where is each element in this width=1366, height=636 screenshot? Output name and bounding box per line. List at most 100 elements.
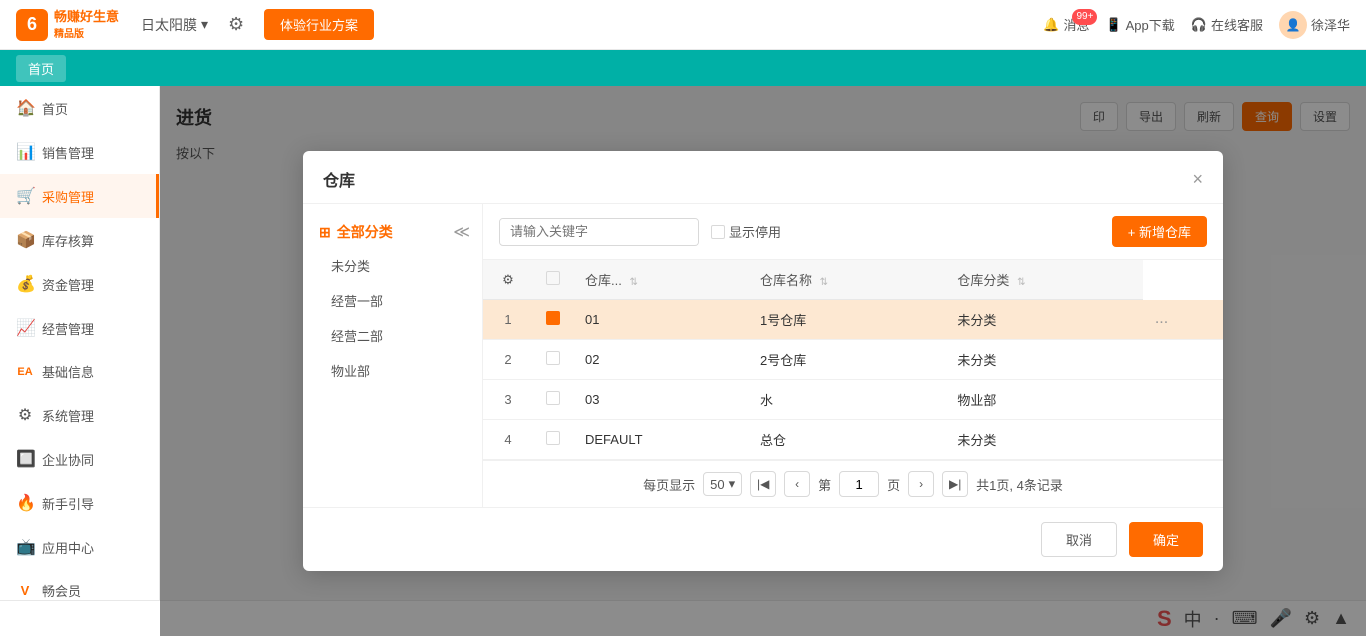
show-disabled-label[interactable]: 显示停用 <box>711 222 781 241</box>
search-input[interactable] <box>500 219 696 244</box>
sidebar-item-inventory[interactable]: 📦 库存核算 <box>0 218 159 262</box>
category-item-ops1[interactable]: 经营一部 <box>303 283 482 318</box>
next-page-button[interactable]: › <box>908 471 934 497</box>
show-disabled-checkbox[interactable] <box>711 225 725 239</box>
modal-footer: 取消 确定 <box>303 507 1223 571</box>
row-code: DEFAULT <box>573 420 748 460</box>
total-info: 共1页, 4条记录 <box>976 475 1063 494</box>
table-row[interactable]: 4 DEFAULT 总仓 未分类 <box>483 420 1223 460</box>
sidebar-item-app-center[interactable]: 📺 应用中心 <box>0 525 159 569</box>
category-all-header[interactable]: ⊞ 全部分类 ≪ <box>303 216 482 248</box>
category-item-ops2[interactable]: 经营二部 <box>303 318 482 353</box>
col-name-label: 仓库名称 <box>760 273 812 288</box>
sidebar-label-basic-info: 基础信息 <box>42 362 94 381</box>
sidebar-item-basic-info[interactable]: EA 基础信息 <box>0 350 159 393</box>
page-label-pre: 第 <box>818 475 831 494</box>
row-name: 总仓 <box>748 420 945 460</box>
sidebar-label-system: 系统管理 <box>42 406 94 425</box>
page-number-input[interactable] <box>839 471 879 497</box>
sidebar-item-finance[interactable]: 💰 资金管理 <box>0 262 159 306</box>
subnav: 首页 <box>0 50 1366 86</box>
table-row[interactable]: 1 01 1号仓库 未分类 ... <box>483 300 1223 340</box>
row-code: 03 <box>573 380 748 420</box>
show-disabled-text: 显示停用 <box>729 222 781 241</box>
col-settings: ⚙ <box>483 260 533 300</box>
settings-icon[interactable]: ⚙ <box>220 9 252 41</box>
app-center-icon: 📺 <box>16 537 34 557</box>
sidebar: 🏠 首页 📊 销售管理 🛒 采购管理 📦 库存核算 💰 资金管理 📈 经营管理 … <box>0 86 160 636</box>
inventory-icon: 📦 <box>16 230 34 250</box>
modal-header: 仓库 × <box>303 151 1223 204</box>
sidebar-item-home[interactable]: 🏠 首页 <box>0 86 159 130</box>
topbar-right: 🔔 消息 99+ 📱 App下载 🎧 在线客服 👤 徐泽华 <box>1043 11 1350 39</box>
prev-page-button[interactable]: ‹ <box>784 471 810 497</box>
brand-name: 畅赚好生意 <box>54 9 119 25</box>
table-body: 1 01 1号仓库 未分类 ... 2 02 2号仓库 未分类 3 03 水 物… <box>483 300 1223 460</box>
row-checkbox[interactable] <box>533 300 573 340</box>
row-checkbox[interactable] <box>533 340 573 380</box>
row-checkbox[interactable] <box>533 420 573 460</box>
finance-icon: 💰 <box>16 274 34 294</box>
messages-button[interactable]: 🔔 消息 99+ <box>1043 15 1089 34</box>
member-icon: V <box>16 583 34 598</box>
sort-category-icon: ⇅ <box>1017 277 1025 288</box>
row-num: 2 <box>483 340 533 380</box>
row-name: 1号仓库 <box>748 300 945 340</box>
user-name: 徐泽华 <box>1311 15 1350 34</box>
modal-body: ⊞ 全部分类 ≪ 未分类 经营一部 经营二部 物业部 <box>303 204 1223 507</box>
headset-icon: 🎧 <box>1191 17 1207 33</box>
user-profile[interactable]: 👤 徐泽华 <box>1279 11 1350 39</box>
logo-icon: 6 <box>16 9 48 41</box>
sidebar-item-guide[interactable]: 🔥 新手引导 <box>0 481 159 525</box>
last-page-button[interactable]: ▶| <box>942 471 968 497</box>
subnav-item-home[interactable]: 首页 <box>16 55 66 82</box>
row-category: 未分类 <box>945 420 1142 460</box>
first-page-button[interactable]: |◀ <box>750 471 776 497</box>
store-selector[interactable]: 日太阳膜 ▾ <box>141 15 208 35</box>
row-num: 4 <box>483 420 533 460</box>
category-item-property[interactable]: 物业部 <box>303 353 482 388</box>
row-category: 未分类 <box>945 300 1142 340</box>
add-warehouse-button[interactable]: + 新增仓库 <box>1112 216 1207 247</box>
sidebar-item-sales[interactable]: 📊 销售管理 <box>0 130 159 174</box>
topbar: 6 畅赚好生意 精品版 日太阳膜 ▾ ⚙ 体验行业方案 🔔 消息 99+ 📱 A… <box>0 0 1366 50</box>
sidebar-item-system[interactable]: ⚙ 系统管理 <box>0 393 159 437</box>
page-label-post: 页 <box>887 475 900 494</box>
col-checkbox <box>533 260 573 300</box>
modal-title: 仓库 <box>323 167 355 191</box>
table-area: 🔍 显示停用 + 新增仓库 <box>483 204 1223 507</box>
per-page-select[interactable]: 50 ▾ <box>703 472 742 496</box>
trial-button[interactable]: 体验行业方案 <box>264 9 374 40</box>
table-row[interactable]: 3 03 水 物业部 <box>483 380 1223 420</box>
modal-close-button[interactable]: × <box>1192 170 1203 188</box>
per-page-chevron: ▾ <box>729 476 736 492</box>
category-all: ⊞ 全部分类 <box>319 222 393 242</box>
sidebar-label-app-center: 应用中心 <box>42 538 94 557</box>
sidebar-item-operations[interactable]: 📈 经营管理 <box>0 306 159 350</box>
chevron-down-icon: ▾ <box>201 16 208 33</box>
sidebar-item-enterprise[interactable]: 🔲 企业协同 <box>0 437 159 481</box>
sidebar-label-operations: 经营管理 <box>42 319 94 338</box>
collapse-icon[interactable]: ≪ <box>453 222 470 242</box>
cancel-button[interactable]: 取消 <box>1041 522 1117 557</box>
sidebar-label-guide: 新手引导 <box>42 494 94 513</box>
header-checkbox[interactable] <box>546 271 560 285</box>
table-toolbar: 🔍 显示停用 + 新增仓库 <box>483 204 1223 260</box>
search-button[interactable]: 🔍 <box>696 219 699 245</box>
row-code: 01 <box>573 300 748 340</box>
row-checkbox[interactable] <box>533 380 573 420</box>
confirm-button[interactable]: 确定 <box>1129 522 1203 557</box>
row-name: 2号仓库 <box>748 340 945 380</box>
service-button[interactable]: 🎧 在线客服 <box>1191 15 1263 34</box>
home-icon: 🏠 <box>16 98 34 118</box>
table-row[interactable]: 2 02 2号仓库 未分类 <box>483 340 1223 380</box>
category-item-unclassified[interactable]: 未分类 <box>303 248 482 283</box>
operations-icon: 📈 <box>16 318 34 338</box>
sidebar-label-home: 首页 <box>42 99 68 118</box>
sidebar-label-member: 畅会员 <box>42 581 81 600</box>
mobile-icon: 📱 <box>1105 17 1121 33</box>
app-download-button[interactable]: 📱 App下载 <box>1105 15 1174 34</box>
search-box: 🔍 <box>499 218 699 246</box>
sidebar-item-purchase[interactable]: 🛒 采购管理 <box>0 174 159 218</box>
row-actions[interactable]: ... <box>1143 300 1223 340</box>
